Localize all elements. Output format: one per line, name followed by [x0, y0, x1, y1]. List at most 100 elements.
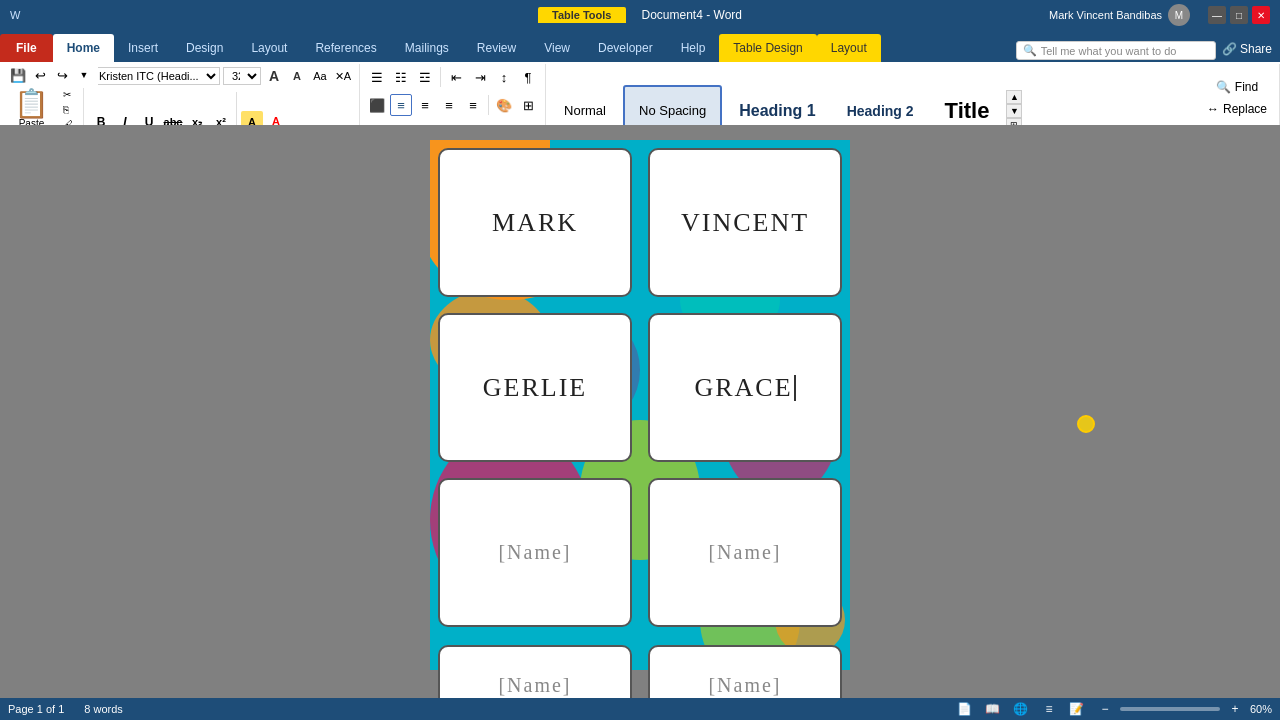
find-icon: 🔍 — [1216, 80, 1231, 94]
name-cell-5[interactable]: [Name] — [640, 470, 850, 635]
font-name-select[interactable]: Kristen ITC (Headi... — [90, 67, 220, 85]
name-cell-7[interactable]: [Name] — [640, 635, 850, 698]
name-box-3[interactable]: GRACE — [648, 313, 842, 462]
paste-icon: 📋 — [14, 90, 49, 118]
status-right: 📄 📖 🌐 ≡ 📝 − + 60% — [956, 700, 1272, 718]
tab-review[interactable]: Review — [463, 34, 530, 62]
align-right-btn[interactable]: ≡ — [414, 94, 436, 116]
name-box-6[interactable]: [Name] — [438, 645, 632, 698]
name-cell-4[interactable]: [Name] — [430, 470, 640, 635]
minimize-btn[interactable]: — — [1208, 6, 1226, 24]
align-center-btn[interactable]: ≡ — [390, 94, 412, 116]
tab-references[interactable]: References — [301, 34, 390, 62]
name-box-2[interactable]: GERLIE — [438, 313, 632, 462]
list-row: ☰ ☷ ☲ ⇤ ⇥ ↕ ¶ — [366, 66, 539, 88]
name-cell-3[interactable]: GRACE — [640, 305, 850, 470]
multilevel-btn[interactable]: ☲ — [414, 66, 436, 88]
ribbon-tabs: File Home Insert Design Layout Reference… — [0, 30, 1280, 62]
bullets-btn[interactable]: ☰ — [366, 66, 388, 88]
decrease-indent-btn[interactable]: ⇤ — [445, 66, 467, 88]
table-tools-indicator: Table Tools — [538, 7, 626, 23]
web-layout-btn[interactable]: 🌐 — [1012, 700, 1030, 718]
font-grow-btn[interactable]: A — [264, 66, 284, 86]
find-btn[interactable]: 🔍 Find — [1210, 78, 1264, 96]
tab-file[interactable]: File — [0, 34, 53, 62]
close-btn[interactable]: ✕ — [1252, 6, 1270, 24]
name-cell-6[interactable]: [Name] — [430, 635, 640, 698]
redo-btn[interactable]: ↪ — [52, 65, 72, 85]
tab-developer[interactable]: Developer — [584, 34, 667, 62]
copy-btn[interactable]: ⎘ — [59, 103, 77, 116]
search-box[interactable]: 🔍 Tell me what you want to do — [1016, 41, 1216, 60]
zoom-area: − + 60% — [1096, 700, 1272, 718]
name-box-0[interactable]: MARK — [438, 148, 632, 297]
search-icon: 🔍 — [1023, 44, 1037, 57]
zoom-slider[interactable] — [1120, 707, 1220, 711]
draft-btn[interactable]: 📝 — [1068, 700, 1086, 718]
font-shrink-btn[interactable]: A — [287, 66, 307, 86]
status-bar: Page 1 of 1 8 words 📄 📖 🌐 ≡ 📝 − + 60% — [0, 698, 1280, 720]
tab-home[interactable]: Home — [53, 34, 114, 62]
align-left-btn[interactable]: ⬛ — [366, 94, 388, 116]
name-cell-1[interactable]: VINCENT — [640, 140, 850, 305]
word-count: 8 words — [84, 703, 123, 715]
name-box-4[interactable]: [Name] — [438, 478, 632, 627]
cut-btn[interactable]: ✂ — [59, 88, 77, 101]
zoom-out-btn[interactable]: − — [1096, 700, 1114, 718]
sort-btn[interactable]: ↕ — [493, 66, 515, 88]
replace-label: Replace — [1223, 102, 1267, 116]
case-btn[interactable]: Aa — [310, 66, 330, 86]
read-mode-btn[interactable]: 📖 — [984, 700, 1002, 718]
name-cell-2[interactable]: GERLIE — [430, 305, 640, 470]
show-marks-btn[interactable]: ¶ — [517, 66, 539, 88]
name-text-3: GRACE — [694, 373, 792, 403]
doc-page: MARK VINCENT GERLIE GRACE — [430, 140, 850, 698]
increase-indent-btn[interactable]: ⇥ — [469, 66, 491, 88]
numbering-btn[interactable]: ☷ — [390, 66, 412, 88]
styles-scroll-down[interactable]: ▼ — [1006, 104, 1022, 118]
tab-view[interactable]: View — [530, 34, 584, 62]
undo-btn[interactable]: ↩ — [30, 65, 50, 85]
tab-mailings[interactable]: Mailings — [391, 34, 463, 62]
replace-btn[interactable]: ↔ Replace — [1201, 100, 1273, 118]
shading-btn[interactable]: 🎨 — [493, 94, 515, 116]
maximize-btn[interactable]: □ — [1230, 6, 1248, 24]
zoom-in-btn[interactable]: + — [1226, 700, 1244, 718]
tab-design[interactable]: Design — [172, 34, 237, 62]
justify-btn[interactable]: ≡ — [438, 94, 460, 116]
name-box-5[interactable]: [Name] — [648, 478, 842, 627]
print-layout-btn[interactable]: 📄 — [956, 700, 974, 718]
tab-table-layout[interactable]: Layout — [817, 34, 881, 62]
user-avatar: M — [1168, 4, 1190, 26]
clear-format-btn[interactable]: ✕A — [333, 66, 353, 86]
tab-table-design[interactable]: Table Design — [719, 34, 816, 62]
line-spacing-btn[interactable]: ≡ — [462, 94, 484, 116]
name-cell-0[interactable]: MARK — [430, 140, 640, 305]
zoom-level: 60% — [1250, 703, 1272, 715]
user-name: Mark Vincent Bandibas — [1049, 9, 1162, 21]
doc-area: MARK VINCENT GERLIE GRACE — [0, 125, 1280, 698]
save-quick-btn[interactable]: 💾 — [8, 65, 28, 85]
align-row: ⬛ ≡ ≡ ≡ ≡ 🎨 ⊞ — [366, 94, 539, 116]
name-table: MARK VINCENT GERLIE GRACE — [430, 140, 850, 698]
styles-scroll-up[interactable]: ▲ — [1006, 90, 1022, 104]
app-logo: W — [10, 9, 20, 21]
user-info: Mark Vincent Bandibas M — [1049, 4, 1190, 26]
tab-layout[interactable]: Layout — [237, 34, 301, 62]
quick-access-toolbar: 💾 ↩ ↪ ▼ — [4, 62, 98, 88]
font-size-select[interactable]: 32 — [223, 67, 261, 85]
name-box-1[interactable]: VINCENT — [648, 148, 842, 297]
tab-help[interactable]: Help — [667, 34, 720, 62]
tab-insert[interactable]: Insert — [114, 34, 172, 62]
page-info: Page 1 of 1 — [8, 703, 64, 715]
doc-title: Document4 - Word — [642, 8, 742, 22]
find-label: Find — [1235, 80, 1258, 94]
borders-btn[interactable]: ⊞ — [517, 94, 539, 116]
window-controls[interactable]: — □ ✕ — [1208, 6, 1270, 24]
customize-qa-btn[interactable]: ▼ — [74, 65, 94, 85]
font-name-row: Kristen ITC (Headi... 32 A A Aa ✕A — [90, 66, 353, 86]
outline-btn[interactable]: ≡ — [1040, 700, 1058, 718]
share-btn[interactable]: 🔗 Share — [1222, 42, 1272, 56]
share-icon: 🔗 — [1222, 42, 1237, 56]
name-box-7[interactable]: [Name] — [648, 645, 842, 698]
